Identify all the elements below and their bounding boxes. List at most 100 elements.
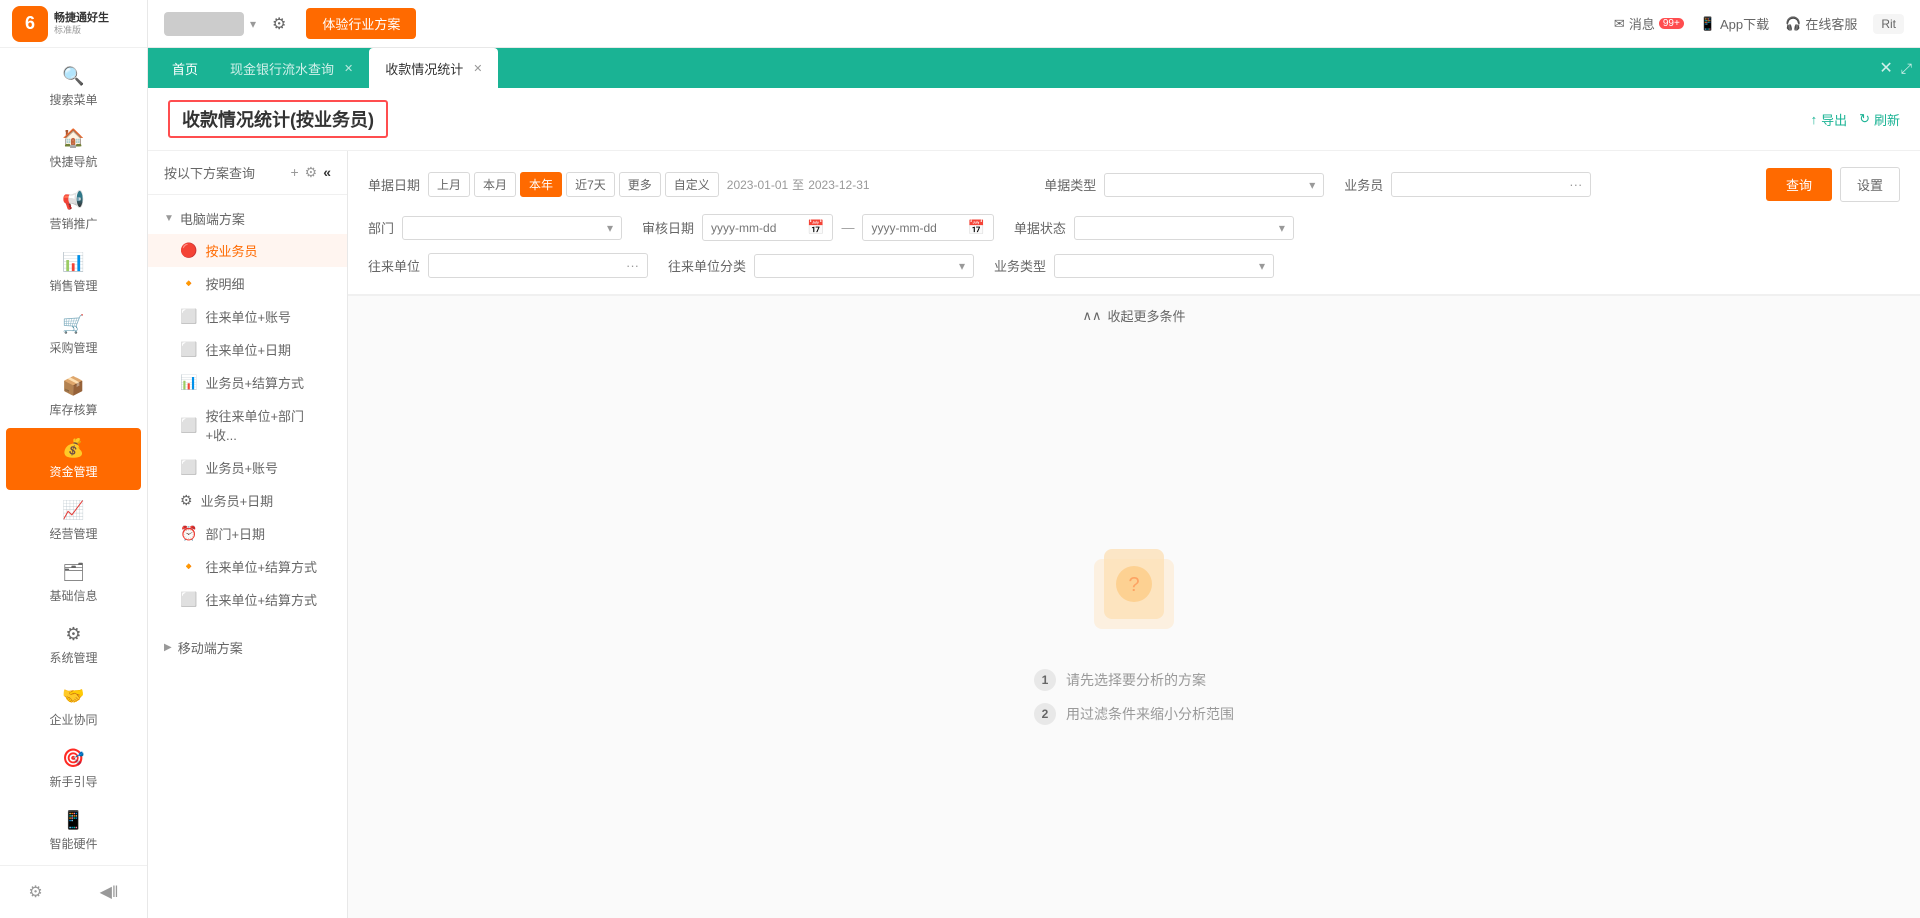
sidebar-item-basic[interactable]: 🗂 基础信息 — [0, 552, 147, 614]
doc-status-arrow-icon: ▾ — [1279, 221, 1285, 235]
newbie-icon: 🎯 — [62, 748, 84, 769]
tab-collection-stats[interactable]: 收款情况统计 ✕ — [369, 48, 498, 88]
empty-step-2: 2 用过滤条件来缩小分析范围 — [1034, 703, 1234, 725]
dept-select[interactable]: ▾ — [402, 216, 622, 240]
scheme-item-by-detail[interactable]: 🔸 按明细 — [148, 267, 347, 300]
scheme-item-dept-date[interactable]: ⏰ 部门+日期 — [148, 517, 347, 550]
smart-icon: 📱 — [62, 810, 84, 831]
sidebar-item-enterprise[interactable]: 🤝 企业协同 — [0, 676, 147, 738]
scheme-group-mobile: ▶ 移动端方案 — [148, 624, 347, 671]
sidebar-settings-btn[interactable]: ⚙ — [20, 878, 50, 906]
scheme-settings-icon[interactable]: ⚙ — [305, 164, 318, 181]
salesperson-select[interactable]: ··· — [1391, 172, 1591, 197]
tab-home[interactable]: 首页 — [156, 48, 214, 88]
add-scheme-btn[interactable]: + — [290, 164, 298, 181]
audit-date-to-field[interactable] — [871, 221, 961, 235]
filter-doc-status-label: 单据状态 — [1014, 218, 1066, 237]
salesperson-dots-icon[interactable]: ··· — [1569, 177, 1582, 192]
biz-type-select[interactable]: ▾ — [1054, 254, 1274, 278]
sidebar-item-newbie[interactable]: 🎯 新手引导 — [0, 738, 147, 800]
date-btn-last-7[interactable]: 近7天 — [566, 172, 615, 197]
app-logo-text: 畅捷通好生 标准版 — [54, 11, 109, 37]
export-btn[interactable]: ↑ 导出 — [1811, 110, 1848, 129]
unit-category-arrow-icon: ▾ — [959, 259, 965, 273]
scheme-item-unit-dept-collection[interactable]: ⬜ 按往来单位+部门+收... — [148, 399, 347, 451]
topbar-gear-icon[interactable]: ⚙ — [272, 14, 286, 34]
user-dropdown-icon[interactable]: ▾ — [250, 17, 256, 31]
sidebar-item-operation[interactable]: 📈 经营管理 — [0, 490, 147, 552]
unit-dots-icon[interactable]: ··· — [626, 258, 639, 273]
doc-type-select[interactable]: ▾ — [1104, 173, 1324, 197]
date-range-dash: — — [841, 220, 854, 235]
sidebar-item-search-menu[interactable]: 🔍 搜索菜单 — [0, 56, 147, 118]
page-actions: ↑ 导出 ↻ 刷新 — [1811, 110, 1900, 129]
sidebar-item-smart[interactable]: 📱 智能硬件 — [0, 800, 147, 862]
sidebar-collapse-btn[interactable]: ◀‖ — [92, 878, 127, 906]
topbar-online-service[interactable]: 🎧 在线客服 — [1785, 14, 1857, 33]
filter-biz-type-label: 业务类型 — [994, 256, 1046, 275]
topbar: ▾ ⚙ 体验行业方案 ✉ 消息 99+ 📱 App下载 🎧 在线客服 Rit — [148, 0, 1920, 48]
setting-btn[interactable]: 设置 — [1840, 167, 1900, 202]
audit-date-from-field[interactable] — [711, 221, 801, 235]
salesperson-account-icon: ⬜ — [180, 459, 197, 476]
sidebar-item-marketing[interactable]: 📢 营销推广 — [0, 180, 147, 242]
sidebar-item-system[interactable]: ⚙ 系统管理 — [0, 614, 147, 676]
scheme-item-unit-date[interactable]: ⬜ 往来单位+日期 — [148, 333, 347, 366]
tab-bank-flow[interactable]: 现金银行流水查询 ✕ — [214, 48, 369, 88]
trial-industry-btn[interactable]: 体验行业方案 — [306, 8, 416, 39]
scheme-item-by-salesperson[interactable]: 🔴 按业务员 — [148, 234, 347, 267]
unit-select[interactable]: ··· — [428, 253, 648, 278]
scheme-group-pc: ▼ 电脑端方案 🔴 按业务员 🔸 按明细 ⬜ 往来单位+账号 ⬜ 往来单 — [148, 195, 347, 624]
scheme-group-mobile-header[interactable]: ▶ 移动端方案 — [148, 632, 347, 663]
doc-status-select[interactable]: ▾ — [1074, 216, 1294, 240]
dept-arrow-icon: ▾ — [607, 221, 613, 235]
audit-date-to-input[interactable]: 📅 — [862, 214, 993, 241]
scheme-item-salesperson-account[interactable]: ⬜ 业务员+账号 — [148, 451, 347, 484]
operation-icon: 📈 — [62, 500, 84, 521]
topbar-app-download[interactable]: 📱 App下载 — [1700, 14, 1769, 33]
date-btn-more[interactable]: 更多 — [619, 172, 661, 197]
message-badge: 99+ — [1659, 18, 1684, 29]
svg-text:?: ? — [1128, 574, 1139, 596]
query-btn[interactable]: 查询 — [1766, 168, 1832, 201]
filter-unit-label: 往来单位 — [368, 256, 420, 275]
app-download-icon: 📱 — [1700, 16, 1716, 32]
scheme-item-unit-settlement1[interactable]: 🔸 往来单位+结算方式 — [148, 550, 347, 583]
tabbar-expand-btn[interactable]: ⤢ — [1901, 60, 1912, 77]
service-icon: 🎧 — [1785, 16, 1801, 32]
unit-account-icon: ⬜ — [180, 308, 197, 325]
scheme-item-salesperson-date[interactable]: ⚙ 业务员+日期 — [148, 484, 347, 517]
unit-settlement1-icon: 🔸 — [180, 558, 197, 575]
topbar-user-info[interactable]: Rit — [1873, 14, 1904, 34]
collapse-bar[interactable]: ∧∧ 收起更多条件 — [348, 295, 1920, 335]
scheme-item-unit-settlement2[interactable]: ⬜ 往来单位+结算方式 — [148, 583, 347, 616]
sidebar-item-quick-nav[interactable]: 🏠 快捷导航 — [0, 118, 147, 180]
tab-collection-close-icon[interactable]: ✕ — [473, 62, 482, 75]
audit-date-from-input[interactable]: 📅 — [702, 214, 833, 241]
tabbar-close-all-btn[interactable]: ✕ — [1879, 58, 1892, 78]
refresh-btn[interactable]: ↻ 刷新 — [1859, 110, 1900, 129]
date-btn-this-month[interactable]: 本月 — [474, 172, 516, 197]
topbar-user[interactable]: ▾ — [164, 12, 256, 36]
date-btn-custom[interactable]: 自定义 — [665, 172, 719, 197]
scheme-item-salesperson-settlement[interactable]: 📊 业务员+结算方式 — [148, 366, 347, 399]
unit-category-select[interactable]: ▾ — [754, 254, 974, 278]
salesperson-scheme-icon: 🔴 — [180, 242, 197, 259]
sidebar-item-finance[interactable]: 💰 资金管理 — [6, 428, 141, 490]
unit-date-icon: ⬜ — [180, 341, 197, 358]
tab-bank-flow-close-icon[interactable]: ✕ — [344, 62, 353, 75]
scheme-group-pc-header[interactable]: ▼ 电脑端方案 — [148, 203, 347, 234]
date-btn-last-month[interactable]: 上月 — [428, 172, 470, 197]
scheme-item-unit-account[interactable]: ⬜ 往来单位+账号 — [148, 300, 347, 333]
scheme-collapse-icon[interactable]: « — [323, 164, 331, 181]
sidebar-nav: 🔍 搜索菜单 🏠 快捷导航 📢 营销推广 📊 销售管理 🛒 采购管理 📦 库存核… — [0, 48, 147, 865]
mobile-group-arrow-icon: ▶ — [164, 642, 172, 653]
left-panel: 按以下方案查询 + ⚙ « ▼ 电脑端方案 🔴 按业务员 🔸 — [148, 151, 348, 918]
sidebar-item-sales[interactable]: 📊 销售管理 — [0, 242, 147, 304]
date-btn-this-year[interactable]: 本年 — [520, 172, 562, 197]
biz-type-arrow-icon: ▾ — [1259, 259, 1265, 273]
sidebar-item-purchase[interactable]: 🛒 采购管理 — [0, 304, 147, 366]
topbar-messages[interactable]: ✉ 消息 99+ — [1614, 14, 1684, 33]
filter-doc-status: 单据状态 ▾ — [1014, 216, 1294, 240]
sidebar-item-inventory[interactable]: 📦 库存核算 — [0, 366, 147, 428]
